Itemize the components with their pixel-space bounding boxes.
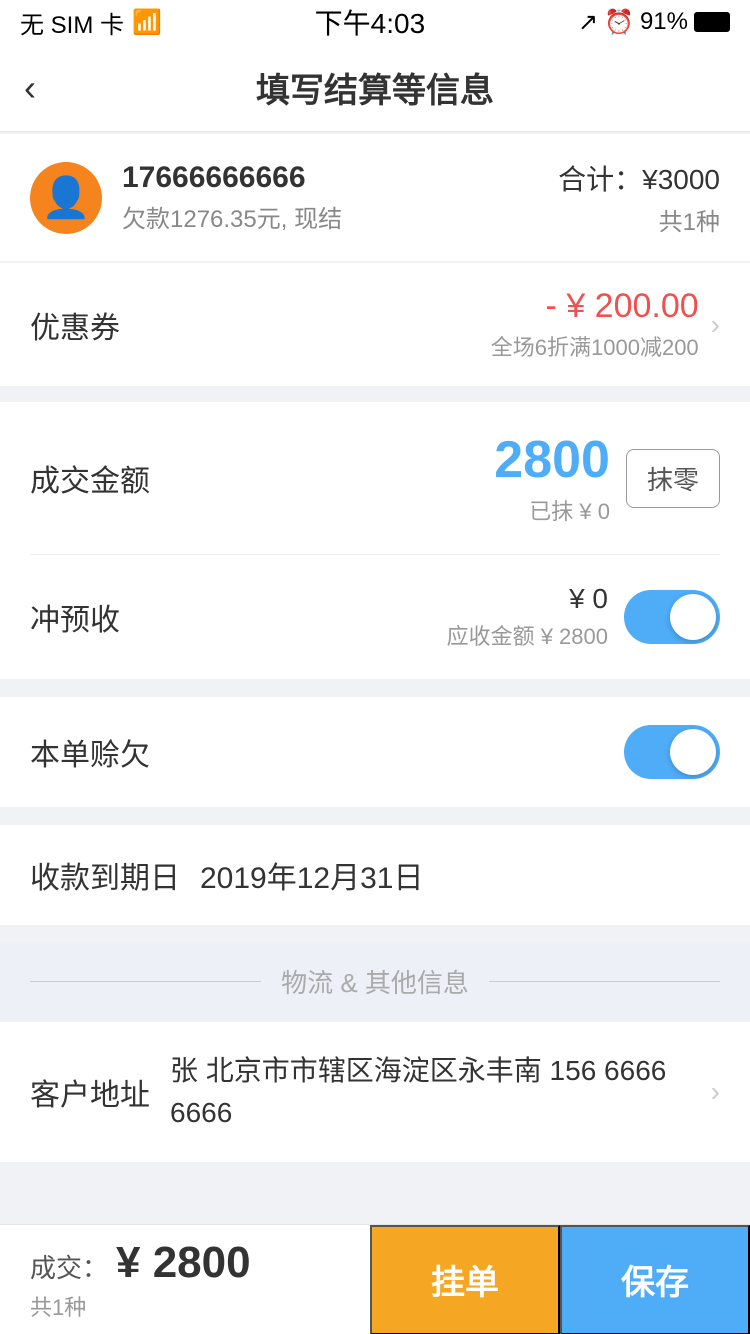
section-divider-4 — [0, 925, 750, 941]
transaction-label: 成交金额 — [30, 456, 150, 500]
save-button[interactable]: 保存 — [560, 1225, 750, 1334]
arrears-label: 本单赊欠 — [30, 730, 150, 774]
coupon-section[interactable]: 优惠券 - ¥ 200.00 全场6折满1000减200 › — [0, 263, 750, 386]
prepaid-toggle[interactable] — [624, 590, 720, 644]
customer-info: 17666666666 欠款1276.35元, 现结 — [122, 161, 342, 234]
back-button[interactable]: ‹ — [24, 67, 36, 109]
duedate-section: 收款到期日 2019年12月31日 — [0, 825, 750, 925]
address-label: 客户地址 — [30, 1070, 150, 1114]
section-divider-2 — [0, 679, 750, 695]
location-icon: ↗ — [578, 8, 598, 37]
section-divider-3 — [0, 807, 750, 823]
amount-section: 成交金额 2800 已抹 ¥ 0 抹零 冲预收 ¥ 0 应收金额 ¥ 2800 — [0, 402, 750, 679]
customer-total: 合计：¥3000 — [558, 158, 720, 198]
battery-level: 91% — [640, 8, 688, 36]
transaction-value-wrap: 2800 已抹 ¥ 0 — [494, 430, 610, 526]
duedate-row: 收款到期日 2019年12月31日 — [30, 853, 720, 897]
customer-right: 合计：¥3000 共1种 — [558, 158, 720, 237]
sim-status: 无 SIM 卡 — [20, 5, 124, 40]
round-zero-button[interactable]: 抹零 — [626, 449, 720, 508]
bottom-left: 成交： ¥ 2800 共1种 — [0, 1238, 370, 1322]
transaction-right: 2800 已抹 ¥ 0 抹零 — [494, 430, 720, 526]
prepaid-right: ¥ 0 应收金额 ¥ 2800 — [447, 583, 720, 651]
address-arrow-icon: › — [711, 1076, 720, 1108]
prepaid-sub: 应收金额 ¥ 2800 — [447, 619, 608, 651]
prepaid-value: ¥ 0 — [447, 583, 608, 615]
address-section[interactable]: 客户地址 张 北京市市辖区海淀区永丰南 156 6666 6666 › — [0, 1022, 750, 1162]
address-value: 张 北京市市辖区海淀区永丰南 156 6666 6666 — [170, 1050, 701, 1134]
customer-count: 共1种 — [558, 202, 720, 237]
status-left: 无 SIM 卡 📶 — [20, 5, 162, 40]
customer-left: 👤 17666666666 欠款1276.35元, 现结 — [30, 161, 342, 234]
prepaid-row: 冲预收 ¥ 0 应收金额 ¥ 2800 — [30, 555, 720, 679]
prepaid-label: 冲预收 — [30, 595, 120, 639]
logistics-line-left — [30, 981, 261, 982]
logistics-label: 物流 & 其他信息 — [261, 963, 489, 1000]
coupon-arrow-icon: › — [711, 309, 720, 341]
battery-icon — [694, 12, 730, 32]
page-title: 填写结算等信息 — [256, 63, 494, 112]
wifi-icon: 📶 — [132, 8, 162, 37]
transaction-sub: 已抹 ¥ 0 — [494, 494, 610, 526]
status-time: 下午4:03 — [315, 2, 426, 42]
logistics-line-right — [489, 981, 720, 982]
coupon-label: 优惠券 — [30, 303, 120, 347]
nav-bar: ‹ 填写结算等信息 — [0, 44, 750, 132]
bottom-amount: ¥ 2800 — [116, 1238, 251, 1288]
logistics-section: 物流 & 其他信息 — [0, 943, 750, 1020]
prepaid-value-wrap: ¥ 0 应收金额 ¥ 2800 — [447, 583, 608, 651]
bottom-deal-label: 成交： — [30, 1248, 108, 1285]
duedate-label: 收款到期日 — [30, 853, 180, 897]
bottom-count: 共1种 — [30, 1290, 340, 1322]
bottom-deal-wrap: 成交： ¥ 2800 — [30, 1238, 340, 1288]
avatar-icon: 👤 — [41, 174, 91, 221]
avatar: 👤 — [30, 162, 102, 234]
transaction-value: 2800 — [494, 430, 610, 490]
arrears-toggle[interactable] — [624, 725, 720, 779]
toggle-knob — [670, 594, 716, 640]
status-bar: 无 SIM 卡 📶 下午4:03 ↗ ⏰ 91% — [0, 0, 750, 44]
duedate-value: 2019年12月31日 — [200, 853, 423, 897]
arrears-toggle-knob — [670, 729, 716, 775]
customer-debt: 欠款1276.35元, 现结 — [122, 199, 342, 234]
alarm-icon: ⏰ — [604, 8, 634, 37]
hang-order-button[interactable]: 挂单 — [370, 1225, 560, 1334]
coupon-amount: - ¥ 200.00 — [491, 287, 699, 326]
coupon-desc: 全场6折满1000减200 — [491, 330, 699, 362]
section-divider-1 — [0, 386, 750, 402]
coupon-right: - ¥ 200.00 全场6折满1000减200 › — [491, 287, 720, 362]
customer-phone: 17666666666 — [122, 161, 342, 195]
transaction-row: 成交金额 2800 已抹 ¥ 0 抹零 — [30, 402, 720, 555]
arrears-section: 本单赊欠 — [0, 697, 750, 807]
status-right: ↗ ⏰ 91% — [578, 8, 730, 37]
customer-card: 👤 17666666666 欠款1276.35元, 现结 合计：¥3000 共1… — [0, 134, 750, 261]
bottom-bar: 成交： ¥ 2800 共1种 挂单 保存 — [0, 1224, 750, 1334]
